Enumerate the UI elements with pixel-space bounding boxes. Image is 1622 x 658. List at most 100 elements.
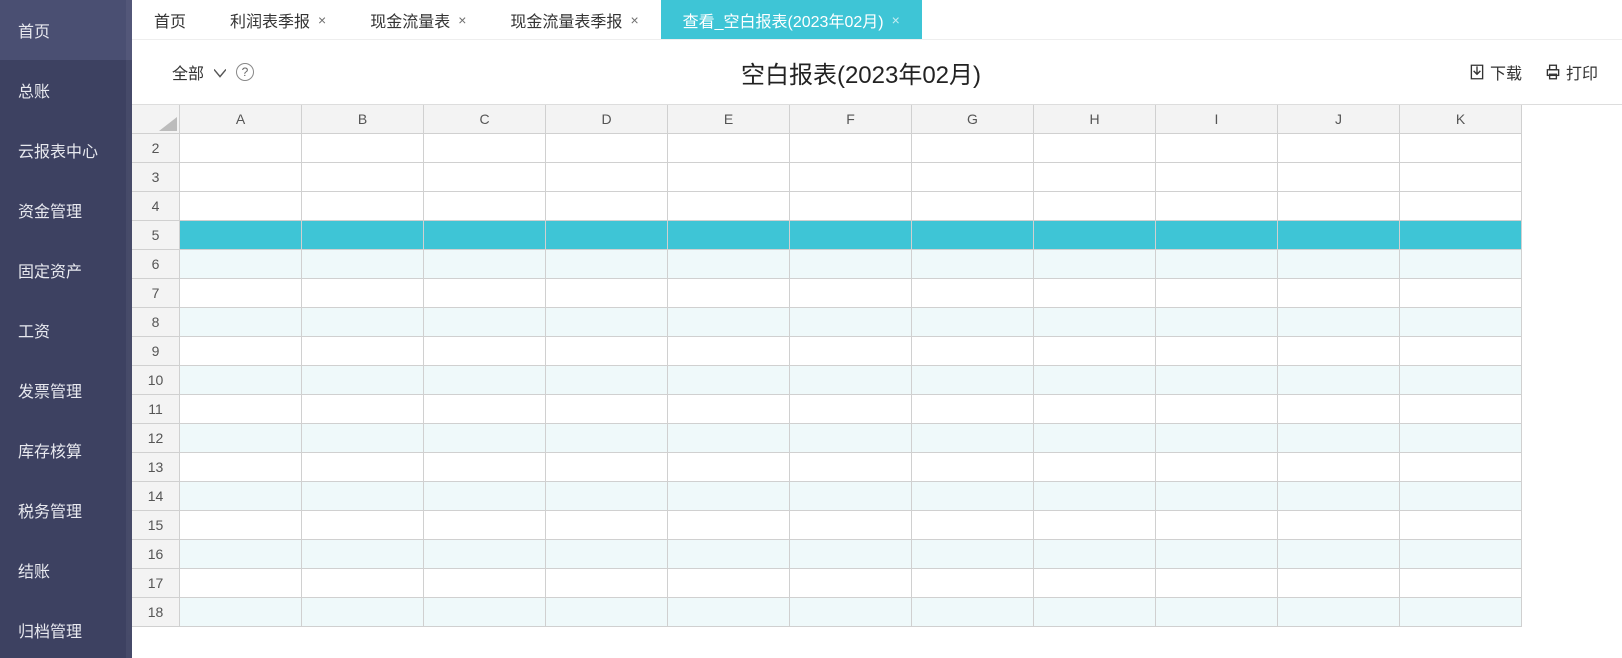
sidebar-item-3[interactable]: 资金管理 <box>0 180 132 240</box>
cell-H13[interactable] <box>1034 453 1156 482</box>
cell-K15[interactable] <box>1400 511 1522 540</box>
cell-I2[interactable] <box>1156 134 1278 163</box>
cell-E6[interactable] <box>668 250 790 279</box>
cell-G10[interactable] <box>912 366 1034 395</box>
cell-A7[interactable] <box>180 279 302 308</box>
cell-C9[interactable] <box>424 337 546 366</box>
cell-K18[interactable] <box>1400 598 1522 627</box>
cell-E8[interactable] <box>668 308 790 337</box>
cell-B7[interactable] <box>302 279 424 308</box>
cell-I14[interactable] <box>1156 482 1278 511</box>
row-header-11[interactable]: 11 <box>132 395 180 424</box>
cell-A8[interactable] <box>180 308 302 337</box>
cell-D7[interactable] <box>546 279 668 308</box>
cell-F8[interactable] <box>790 308 912 337</box>
tab-0[interactable]: 首页 <box>132 0 208 39</box>
row-header-5[interactable]: 5 <box>132 221 180 250</box>
row-header-4[interactable]: 4 <box>132 192 180 221</box>
cell-D2[interactable] <box>546 134 668 163</box>
cell-D9[interactable] <box>546 337 668 366</box>
cell-I6[interactable] <box>1156 250 1278 279</box>
cell-F2[interactable] <box>790 134 912 163</box>
cell-B3[interactable] <box>302 163 424 192</box>
cell-H17[interactable] <box>1034 569 1156 598</box>
cell-G16[interactable] <box>912 540 1034 569</box>
cell-D10[interactable] <box>546 366 668 395</box>
cell-D15[interactable] <box>546 511 668 540</box>
cell-J13[interactable] <box>1278 453 1400 482</box>
cell-F17[interactable] <box>790 569 912 598</box>
cell-J7[interactable] <box>1278 279 1400 308</box>
cell-J15[interactable] <box>1278 511 1400 540</box>
cell-D18[interactable] <box>546 598 668 627</box>
cell-H9[interactable] <box>1034 337 1156 366</box>
cell-K4[interactable] <box>1400 192 1522 221</box>
sidebar-item-2[interactable]: 云报表中心 <box>0 120 132 180</box>
row-header-18[interactable]: 18 <box>132 598 180 627</box>
cell-G11[interactable] <box>912 395 1034 424</box>
cell-K9[interactable] <box>1400 337 1522 366</box>
cell-C2[interactable] <box>424 134 546 163</box>
cell-H16[interactable] <box>1034 540 1156 569</box>
cell-I10[interactable] <box>1156 366 1278 395</box>
cell-I3[interactable] <box>1156 163 1278 192</box>
cell-G3[interactable] <box>912 163 1034 192</box>
cell-I15[interactable] <box>1156 511 1278 540</box>
col-header-A[interactable]: A <box>180 105 302 134</box>
tab-2[interactable]: 现金流量表× <box>348 0 488 39</box>
cell-A4[interactable] <box>180 192 302 221</box>
cell-J4[interactable] <box>1278 192 1400 221</box>
cell-J16[interactable] <box>1278 540 1400 569</box>
cell-I9[interactable] <box>1156 337 1278 366</box>
cell-C14[interactable] <box>424 482 546 511</box>
cell-C18[interactable] <box>424 598 546 627</box>
cell-C5[interactable] <box>424 221 546 250</box>
cell-H5[interactable] <box>1034 221 1156 250</box>
col-header-D[interactable]: D <box>546 105 668 134</box>
row-header-2[interactable]: 2 <box>132 134 180 163</box>
cell-B11[interactable] <box>302 395 424 424</box>
cell-F6[interactable] <box>790 250 912 279</box>
col-header-E[interactable]: E <box>668 105 790 134</box>
cell-I7[interactable] <box>1156 279 1278 308</box>
cell-K2[interactable] <box>1400 134 1522 163</box>
cell-C6[interactable] <box>424 250 546 279</box>
cell-A10[interactable] <box>180 366 302 395</box>
sidebar-item-1[interactable]: 总账 <box>0 60 132 120</box>
cell-B13[interactable] <box>302 453 424 482</box>
cell-K12[interactable] <box>1400 424 1522 453</box>
cell-B15[interactable] <box>302 511 424 540</box>
cell-I18[interactable] <box>1156 598 1278 627</box>
cell-H14[interactable] <box>1034 482 1156 511</box>
cell-K17[interactable] <box>1400 569 1522 598</box>
help-icon[interactable]: ? <box>236 63 254 81</box>
cell-H7[interactable] <box>1034 279 1156 308</box>
cell-F12[interactable] <box>790 424 912 453</box>
cell-B9[interactable] <box>302 337 424 366</box>
sidebar-item-9[interactable]: 结账 <box>0 540 132 600</box>
cell-E7[interactable] <box>668 279 790 308</box>
row-header-10[interactable]: 10 <box>132 366 180 395</box>
cell-C11[interactable] <box>424 395 546 424</box>
cell-A17[interactable] <box>180 569 302 598</box>
cell-G14[interactable] <box>912 482 1034 511</box>
cell-J17[interactable] <box>1278 569 1400 598</box>
col-header-I[interactable]: I <box>1156 105 1278 134</box>
filter-dropdown[interactable]: 全部 ? <box>172 60 254 84</box>
cell-G9[interactable] <box>912 337 1034 366</box>
cell-D14[interactable] <box>546 482 668 511</box>
sidebar-item-4[interactable]: 固定资产 <box>0 240 132 300</box>
cell-D13[interactable] <box>546 453 668 482</box>
cell-A5[interactable] <box>180 221 302 250</box>
cell-C13[interactable] <box>424 453 546 482</box>
cell-H6[interactable] <box>1034 250 1156 279</box>
cell-F18[interactable] <box>790 598 912 627</box>
cell-D16[interactable] <box>546 540 668 569</box>
cell-J6[interactable] <box>1278 250 1400 279</box>
row-header-7[interactable]: 7 <box>132 279 180 308</box>
col-header-F[interactable]: F <box>790 105 912 134</box>
row-header-13[interactable]: 13 <box>132 453 180 482</box>
cell-F4[interactable] <box>790 192 912 221</box>
cell-E13[interactable] <box>668 453 790 482</box>
cell-K6[interactable] <box>1400 250 1522 279</box>
